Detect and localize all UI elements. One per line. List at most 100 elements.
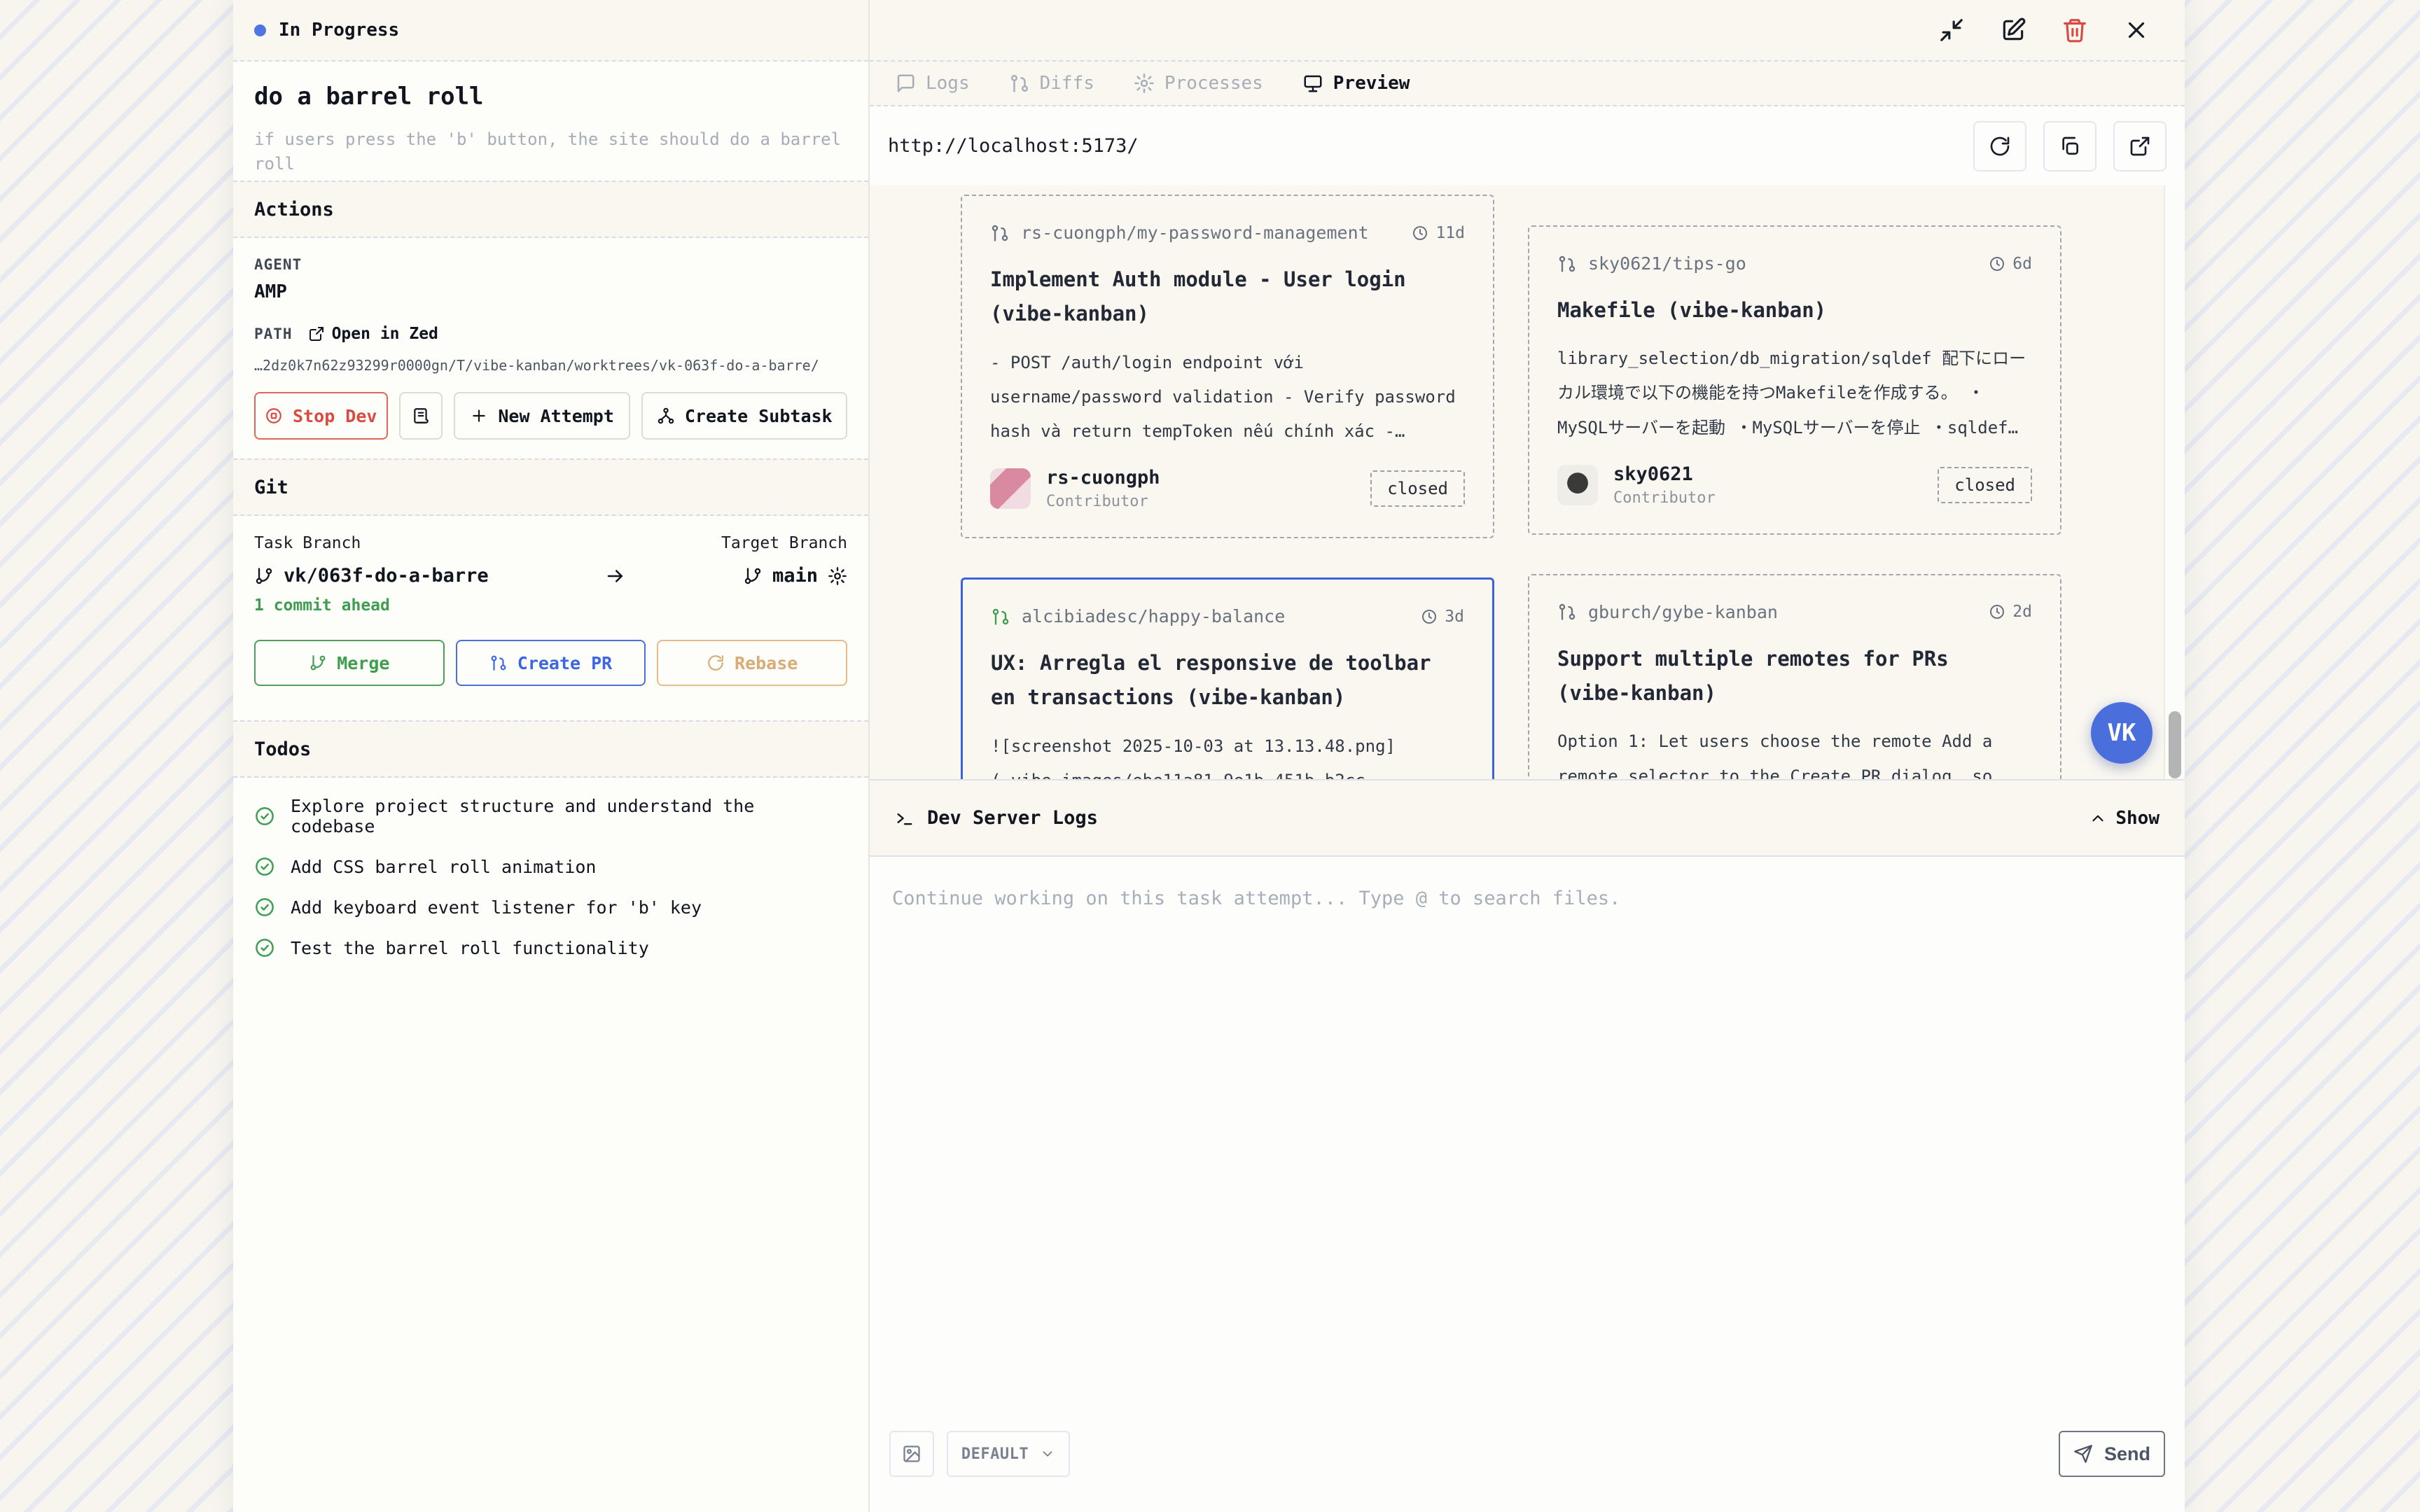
open-external-button[interactable] xyxy=(2113,120,2167,172)
task-title-section: do a barrel roll if users press the 'b' … xyxy=(233,62,868,181)
pr-card[interactable]: gburch/gybe-kanban 2d Support multiple r… xyxy=(1528,573,2061,779)
plus-icon xyxy=(473,410,486,422)
chevron-up-icon xyxy=(2092,815,2103,821)
author-name: rs-cuongph xyxy=(1046,467,1160,489)
rebase-button[interactable]: Rebase xyxy=(657,640,848,686)
pr-card-selected[interactable]: alcibiadesc/happy-balance 3d UX: Arregla… xyxy=(961,578,1494,779)
dev-server-logs-label: Dev Server Logs xyxy=(927,807,1098,829)
pr-card[interactable]: rs-cuongph/my-password-management 11d Im… xyxy=(961,195,1494,539)
status-header: In Progress xyxy=(233,0,868,62)
task-dialog: In Progress do a barrel roll if users pr… xyxy=(233,0,2185,1512)
path-label: PATH xyxy=(254,326,293,342)
edit-icon[interactable] xyxy=(2000,17,2026,43)
target-branch-value: main xyxy=(743,565,847,587)
todo-item: Test the barrel roll functionality xyxy=(254,937,847,958)
age-badge: 11d xyxy=(1412,224,1465,242)
stop-dev-button[interactable]: Stop Dev xyxy=(254,392,388,440)
composer: Continue working on this task attempt...… xyxy=(870,857,2185,1512)
git-branch-icon xyxy=(256,567,272,584)
clock-icon xyxy=(1413,225,1428,240)
status-badge: closed xyxy=(1370,470,1465,507)
author-role: Contributor xyxy=(1046,493,1148,511)
task-branch-label: Task Branch xyxy=(254,534,361,552)
create-subtask-button[interactable]: Create Subtask xyxy=(641,392,847,440)
merge-button[interactable]: Merge xyxy=(254,640,445,686)
status-label: In Progress xyxy=(279,20,400,41)
clock-icon xyxy=(1990,605,2005,620)
avatar xyxy=(1557,464,1598,505)
refresh-icon xyxy=(708,655,723,671)
external-link-icon xyxy=(2130,136,2150,155)
tab-processes[interactable]: Processes xyxy=(1134,73,1263,94)
dialog-toolbar xyxy=(870,0,2185,62)
check-circle-icon xyxy=(256,898,274,916)
check-circle-icon xyxy=(256,939,274,957)
dev-logs-script-button[interactable] xyxy=(398,392,443,440)
pr-title: Implement Auth module - User login (vibe… xyxy=(990,267,1406,326)
preview-scrollbar[interactable] xyxy=(2164,186,2185,779)
attach-image-button[interactable] xyxy=(889,1431,934,1477)
dev-server-logs-bar[interactable]: Dev Server Logs Show xyxy=(870,779,2185,857)
refresh-button[interactable] xyxy=(1973,120,2026,172)
pull-request-icon xyxy=(1010,75,1028,92)
new-attempt-button[interactable]: New Attempt xyxy=(453,392,631,440)
pr-title: UX: Arregla el responsive de toolbar en … xyxy=(991,651,1431,710)
pr-description: ![screenshot 2025-10-03 at 13.13.48.png]… xyxy=(991,736,1396,779)
vibe-kanban-fab[interactable]: VK xyxy=(2091,702,2153,764)
preview-viewport: rs-cuongph/my-password-management 11d Im… xyxy=(870,186,2185,779)
actions-section: AGENT AMP PATH Open in Zed …2dz0k7n62z93… xyxy=(233,238,868,458)
send-icon xyxy=(2074,1445,2092,1463)
tab-diffs[interactable]: Diffs xyxy=(1009,73,1094,94)
external-link-icon xyxy=(309,327,324,341)
commits-ahead-status: 1 commit ahead xyxy=(254,596,390,615)
collapse-icon[interactable] xyxy=(1938,17,1965,43)
pr-card[interactable]: sky0621/tips-go 6d Makefile (vibe-kanban… xyxy=(1528,225,2061,535)
todo-item: Add CSS barrel roll animation xyxy=(254,856,847,877)
create-pr-button[interactable]: Create PR xyxy=(455,640,646,686)
gear-icon[interactable] xyxy=(828,566,847,586)
tab-preview[interactable]: Preview xyxy=(1302,73,1410,94)
todo-item: Explore project structure and understand… xyxy=(254,796,847,836)
model-selector[interactable]: DEFAULT xyxy=(947,1431,1070,1477)
sidebar: In Progress do a barrel roll if users pr… xyxy=(233,0,870,1512)
main-panel: Logs Diffs Processes Preview http://loca… xyxy=(870,0,2185,1512)
check-circle-icon xyxy=(256,858,274,876)
close-icon[interactable] xyxy=(2123,17,2150,43)
open-in-zed-link[interactable]: Open in Zed xyxy=(308,325,438,343)
age-badge: 6d xyxy=(1989,255,2032,273)
url-input[interactable]: http://localhost:5173/ xyxy=(888,135,1956,157)
agent-label: AGENT xyxy=(254,256,302,273)
git-branch-icon xyxy=(744,567,761,584)
chevron-down-icon xyxy=(1043,1451,1052,1457)
send-button[interactable]: Send xyxy=(2059,1431,2165,1477)
tab-bar: Logs Diffs Processes Preview xyxy=(870,62,2185,106)
kanban-card-grid: rs-cuongph/my-password-management 11d Im… xyxy=(961,195,2080,779)
status-badge: closed xyxy=(1938,466,2032,503)
avatar xyxy=(990,468,1031,510)
git-section-header: Git xyxy=(233,458,868,516)
repo-name: alcibiadesc/happy-balance xyxy=(991,606,1285,626)
git-section: Task Branch Target Branch vk/063f-do-a-b… xyxy=(233,516,868,720)
age-badge: 3d xyxy=(1421,608,1464,626)
show-logs-toggle[interactable]: Show xyxy=(2089,808,2160,829)
copy-icon xyxy=(2062,136,2078,155)
todos-section-header: Todos xyxy=(233,720,868,778)
pull-request-icon xyxy=(1559,255,1576,272)
terminal-icon xyxy=(897,813,912,825)
message-input[interactable]: Continue working on this task attempt...… xyxy=(892,888,2162,909)
scrollbar-thumb[interactable] xyxy=(2169,711,2181,778)
refresh-icon xyxy=(1990,136,2010,155)
copy-url-button[interactable] xyxy=(2043,120,2096,172)
chat-bubble-icon xyxy=(897,74,915,92)
status-dot-icon xyxy=(254,24,266,36)
author-name: sky0621 xyxy=(1613,463,1693,485)
repo-name: gburch/gybe-kanban xyxy=(1557,602,1778,622)
repo-name: sky0621/tips-go xyxy=(1557,253,1746,274)
pr-description: library_selection/db_migration/sqldef 配下… xyxy=(1557,349,2026,438)
pull-request-icon xyxy=(992,225,1008,241)
pr-title: Makefile (vibe-kanban) xyxy=(1557,298,1827,322)
clock-icon xyxy=(1990,256,2005,271)
tab-logs[interactable]: Logs xyxy=(895,73,970,94)
check-circle-icon xyxy=(256,807,274,825)
delete-icon[interactable] xyxy=(2061,17,2088,43)
